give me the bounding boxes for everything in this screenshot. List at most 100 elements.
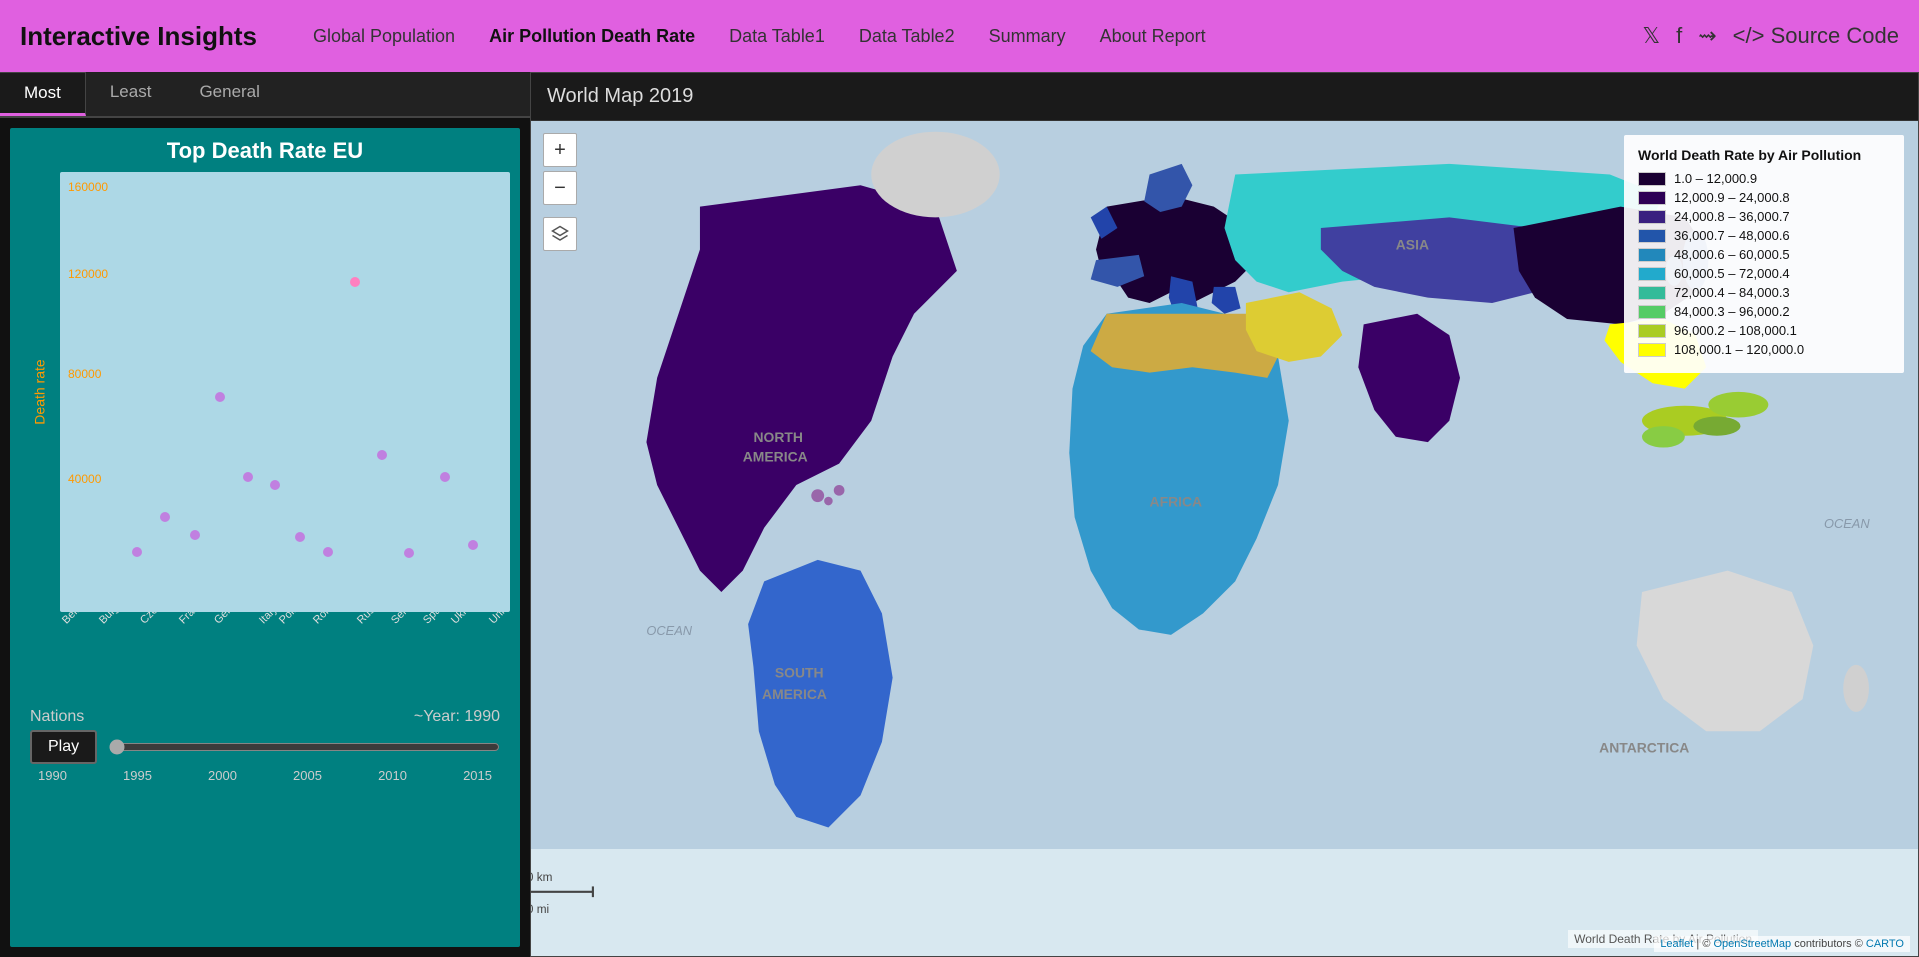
nations-year-row: Nations ~Year: 1990 <box>30 708 500 726</box>
legend-color-9 <box>1638 343 1666 357</box>
nations-label: Nations <box>30 708 84 726</box>
header: Interactive Insights Global Population A… <box>0 0 1919 72</box>
ocean-label-right: OCEAN <box>1824 516 1870 531</box>
main-nav: Global Population Air Pollution Death Ra… <box>301 22 1618 51</box>
label-north-america2: AMERICA <box>743 448 808 464</box>
nav-summary[interactable]: Summary <box>977 22 1078 51</box>
dot-poland <box>295 532 305 542</box>
legend-range-5: 60,000.5 – 72,000.4 <box>1674 266 1790 281</box>
source-code-link[interactable]: </> Source Code <box>1733 23 1899 49</box>
dot-uk <box>468 540 478 550</box>
label-africa: AFRICA <box>1150 493 1203 509</box>
map-area[interactable]: OCEAN OCEAN NORTH AMERICA SOUTH AMERICA … <box>531 121 1918 956</box>
nav-data-table1[interactable]: Data Table1 <box>717 22 837 51</box>
dot-czechia <box>190 530 200 540</box>
play-button[interactable]: Play <box>30 730 97 764</box>
label-south-america: SOUTH <box>775 665 824 681</box>
legend-range-7: 84,000.3 – 96,000.2 <box>1674 304 1790 319</box>
chart-title: Top Death Rate EU <box>20 138 510 164</box>
share-icon[interactable]: ⇝ <box>1698 23 1716 49</box>
layers-button[interactable] <box>543 217 577 251</box>
legend-range-6: 72,000.4 – 84,000.3 <box>1674 285 1790 300</box>
legend-item-2: 24,000.8 – 36,000.7 <box>1638 209 1890 224</box>
map-controls: + − <box>543 133 577 251</box>
dot-spain <box>404 548 414 558</box>
facebook-icon[interactable]: f <box>1676 23 1682 49</box>
map-title: World Map 2019 <box>531 73 1918 121</box>
legend-color-3 <box>1638 229 1666 243</box>
main-content: Most Least General Top Death Rate EU Dea… <box>0 72 1919 957</box>
tab-general[interactable]: General <box>175 72 283 116</box>
dot-bulgaria <box>160 512 170 522</box>
tick-2010: 2010 <box>378 768 407 783</box>
legend-range-2: 24,000.8 – 36,000.7 <box>1674 209 1790 224</box>
tab-bar: Most Least General <box>0 72 530 118</box>
legend-range-9: 108,000.1 – 120,000.0 <box>1674 342 1804 357</box>
year-ticks: 1990 1995 2000 2005 2010 2015 <box>30 768 500 783</box>
tab-least[interactable]: Least <box>86 72 176 116</box>
nav-about-report[interactable]: About Report <box>1088 22 1218 51</box>
left-panel: Most Least General Top Death Rate EU Dea… <box>0 72 530 957</box>
legend-item-5: 60,000.5 – 72,000.4 <box>1638 266 1890 281</box>
dot-ukraine <box>440 472 450 482</box>
legend-color-8 <box>1638 324 1666 338</box>
leaflet-link[interactable]: Leaflet <box>1660 938 1693 950</box>
ocean-label-left: OCEAN <box>646 623 692 638</box>
y-tick-160000: 160000 <box>68 180 108 194</box>
label-north-america: NORTH <box>753 429 802 445</box>
legend-item-6: 72,000.4 – 84,000.3 <box>1638 285 1890 300</box>
twitter-icon[interactable]: 𝕏 <box>1642 23 1660 49</box>
svg-text:5000 km: 5000 km <box>531 871 553 884</box>
legend-item-9: 108,000.1 – 120,000.0 <box>1638 342 1890 357</box>
legend-color-6 <box>1638 286 1666 300</box>
dot-romania <box>323 547 333 557</box>
chart-container: Top Death Rate EU Death rate 160000 1200… <box>10 128 520 947</box>
legend-item-7: 84,000.3 – 96,000.2 <box>1638 304 1890 319</box>
brand-logo: Interactive Insights <box>20 21 257 52</box>
y-tick-40000: 40000 <box>68 472 101 486</box>
year-slider[interactable] <box>109 739 500 755</box>
label-south-america2: AMERICA <box>762 686 827 702</box>
legend-item-0: 1.0 – 12,000.9 <box>1638 171 1890 186</box>
scatter-plot: 160000 120000 80000 40000 <box>60 172 510 612</box>
legend-range-3: 36,000.7 – 48,000.6 <box>1674 228 1790 243</box>
dot-italy <box>270 480 280 490</box>
nav-air-pollution[interactable]: Air Pollution Death Rate <box>477 22 707 51</box>
y-axis-label: Death rate <box>32 359 48 424</box>
carto-link[interactable]: CARTO <box>1866 938 1904 950</box>
nav-data-table2[interactable]: Data Table2 <box>847 22 967 51</box>
map-attribution: Leaflet | © OpenStreetMap contributors ©… <box>1654 936 1910 952</box>
legend-color-5 <box>1638 267 1666 281</box>
y-tick-80000: 80000 <box>68 367 101 381</box>
dot-germany <box>243 472 253 482</box>
legend-range-0: 1.0 – 12,000.9 <box>1674 171 1757 186</box>
label-asia: ASIA <box>1396 236 1429 252</box>
legend-color-4 <box>1638 248 1666 262</box>
zoom-in-button[interactable]: + <box>543 133 577 167</box>
legend-item-3: 36,000.7 – 48,000.6 <box>1638 228 1890 243</box>
dot-belarus <box>132 547 142 557</box>
openstreetmap-link[interactable]: OpenStreetMap <box>1713 938 1791 950</box>
legend-color-0 <box>1638 172 1666 186</box>
svg-text:3000 mi: 3000 mi <box>531 903 549 916</box>
legend-item-4: 48,000.6 – 60,000.5 <box>1638 247 1890 262</box>
legend-title: World Death Rate by Air Pollution <box>1638 147 1890 163</box>
legend-item-8: 96,000.2 – 108,000.1 <box>1638 323 1890 338</box>
play-slider-row: Play <box>30 730 500 764</box>
tab-most[interactable]: Most <box>0 72 86 116</box>
map-legend: World Death Rate by Air Pollution 1.0 – … <box>1624 135 1904 373</box>
tick-2005: 2005 <box>293 768 322 783</box>
dot-france <box>215 392 225 402</box>
legend-range-1: 12,000.9 – 24,000.8 <box>1674 190 1790 205</box>
legend-color-7 <box>1638 305 1666 319</box>
right-panel: World Map 2019 <box>530 72 1919 957</box>
zoom-out-button[interactable]: − <box>543 171 577 205</box>
header-icons: 𝕏 f ⇝ </> Source Code <box>1642 23 1899 49</box>
tick-1995: 1995 <box>123 768 152 783</box>
tick-2015: 2015 <box>463 768 492 783</box>
dot-serbia <box>377 450 387 460</box>
nav-global-population[interactable]: Global Population <box>301 22 467 51</box>
y-tick-120000: 120000 <box>68 267 108 281</box>
year-label: ~Year: 1990 <box>414 708 500 726</box>
chart-bottom-controls: Nations ~Year: 1990 Play 1990 1995 2000 … <box>20 702 510 789</box>
